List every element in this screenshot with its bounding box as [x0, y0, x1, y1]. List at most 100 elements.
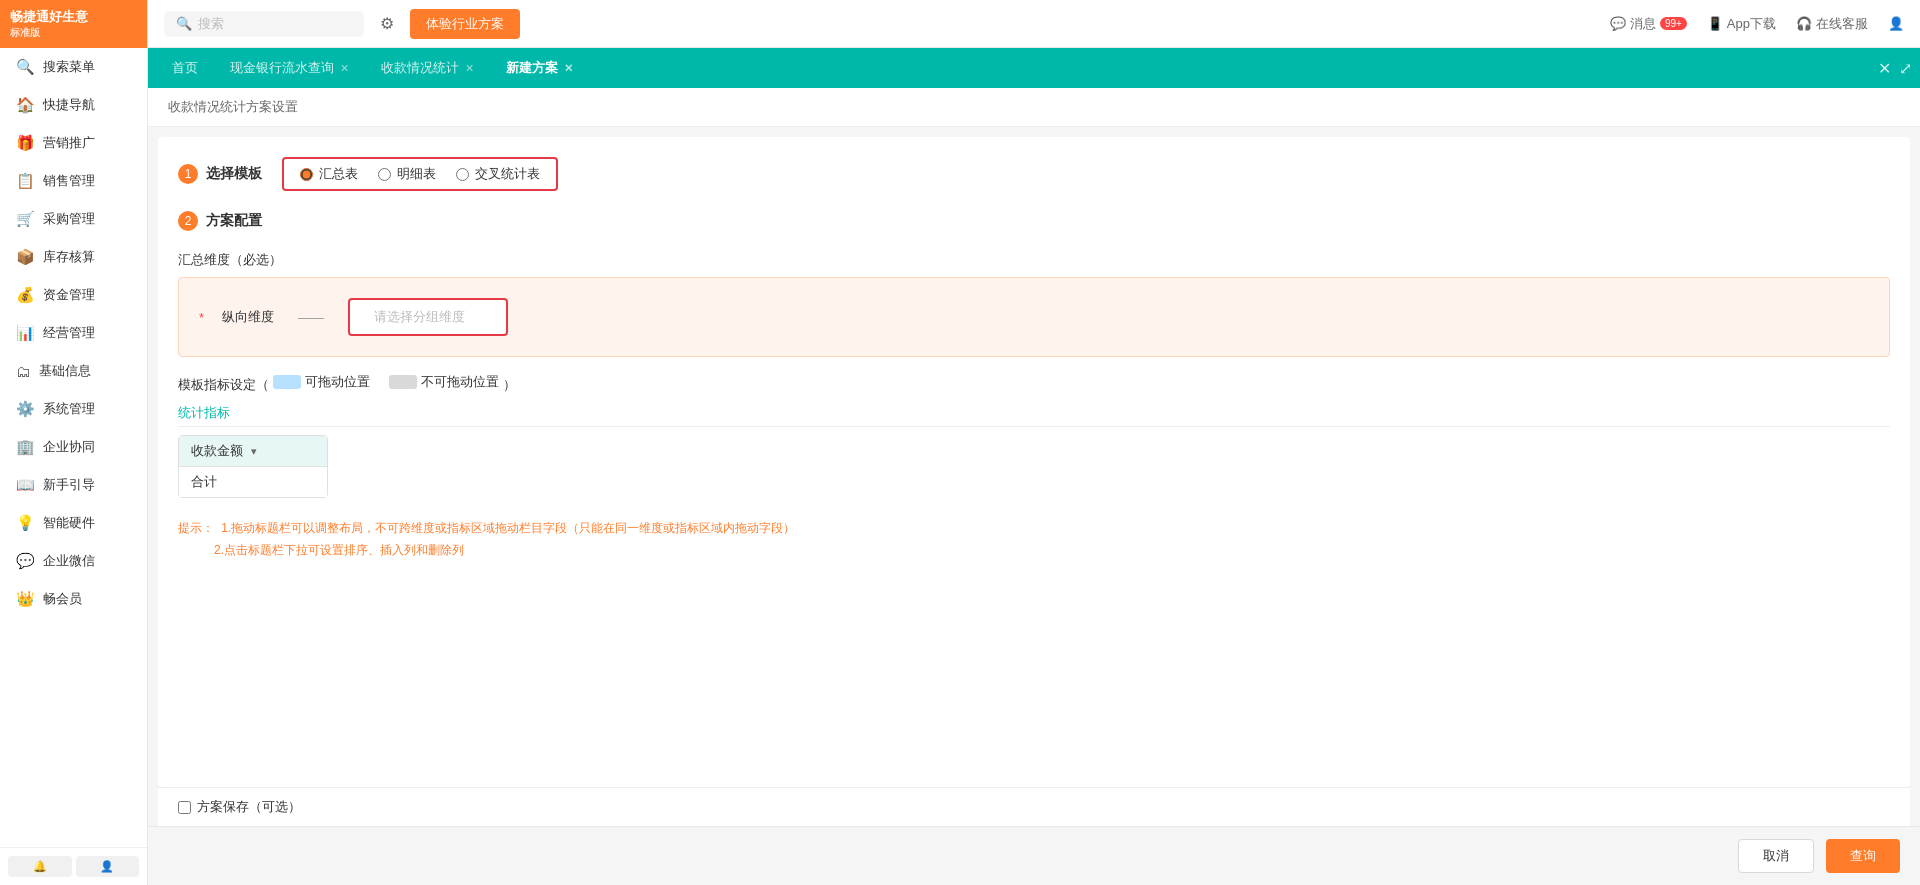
notification-button[interactable]: 💬 消息 99+	[1610, 15, 1687, 33]
topbar: 🔍 搜索 ⚙ 体验行业方案 💬 消息 99+ 📱 App下载 🎧 在线客服 👤	[148, 0, 1920, 48]
download-button[interactable]: 📱 App下载	[1707, 15, 1776, 33]
save-label: 方案保存（可选）	[197, 798, 301, 816]
cancel-button[interactable]: 取消	[1738, 839, 1814, 873]
gear-icon: ⚙️	[16, 400, 35, 418]
close-window-icon[interactable]: ✕	[1878, 59, 1891, 78]
radio-summary[interactable]: 汇总表	[300, 165, 358, 183]
clipboard-icon: 📋	[16, 172, 35, 190]
sidebar-label-sales: 销售管理	[43, 172, 95, 190]
sidebar-logo: 畅捷通好生意 标准版	[0, 0, 147, 48]
tab-home[interactable]: 首页	[156, 48, 214, 88]
sidebar-label-operations: 经营管理	[43, 324, 95, 342]
column-dropdown-icon[interactable]: ▾	[251, 445, 257, 458]
sidebar-item-weixin[interactable]: 💬 企业微信	[0, 542, 147, 580]
tab-home-label: 首页	[172, 59, 198, 77]
dim-selector[interactable]: 请选择分组维度	[348, 298, 508, 336]
dimension-section-label: 汇总维度（必选）	[178, 251, 1890, 269]
radio-detail[interactable]: 明细表	[378, 165, 436, 183]
topbar-search-box[interactable]: 🔍 搜索	[164, 11, 364, 37]
sidebar-item-marketing[interactable]: 🎁 营销推广	[0, 124, 147, 162]
support-icon: 🎧	[1796, 16, 1812, 31]
sidebar-item-hardware[interactable]: 💡 智能硬件	[0, 504, 147, 542]
radio-cross-input[interactable]	[456, 168, 469, 181]
sidebar-item-corp[interactable]: 🏢 企业协同	[0, 428, 147, 466]
sidebar-item-quicknav[interactable]: 🏠 快捷导航	[0, 86, 147, 124]
tab-newplan-label: 新建方案	[506, 59, 558, 77]
chart-icon: 📊	[16, 324, 35, 342]
required-star: *	[199, 310, 204, 325]
sidebar-item-inventory[interactable]: 📦 库存核算	[0, 238, 147, 276]
radio-detail-input[interactable]	[378, 168, 391, 181]
settings-icon[interactable]: ⚙	[372, 10, 402, 37]
sidebar-label-corp: 企业协同	[43, 438, 95, 456]
navtabs-right-controls: ✕ ⤢	[1878, 59, 1912, 78]
sidebar-item-finance[interactable]: 💰 资金管理	[0, 276, 147, 314]
search-icon: 🔍	[16, 58, 35, 76]
query-button[interactable]: 查询	[1826, 839, 1900, 873]
book-icon: 📖	[16, 476, 35, 494]
sidebar-label-quicknav: 快捷导航	[43, 96, 95, 114]
support-button[interactable]: 🎧 在线客服	[1796, 15, 1868, 33]
logo-badge: 标准版	[10, 26, 88, 40]
step1-row: 1 选择模板 汇总表 明细表 交叉统计表	[178, 157, 1890, 191]
stats-total-row: 合计	[179, 467, 327, 497]
tab-stats[interactable]: 收款情况统计 ✕	[365, 48, 490, 88]
sidebar-label-finance: 资金管理	[43, 286, 95, 304]
radio-cross[interactable]: 交叉统计表	[456, 165, 540, 183]
sidebar-item-search[interactable]: 🔍 搜索菜单	[0, 48, 147, 86]
trial-button[interactable]: 体验行业方案	[410, 9, 520, 39]
chat-icon: 💬	[16, 552, 35, 570]
save-checkbox[interactable]	[178, 801, 191, 814]
sidebar-item-operations[interactable]: 📊 经营管理	[0, 314, 147, 352]
stats-table: 收款金额 ▾ 合计	[178, 435, 328, 498]
home-icon: 🏠	[16, 96, 35, 114]
crown-icon: 👑	[16, 590, 35, 608]
stats-table-header[interactable]: 收款金额 ▾	[179, 436, 327, 467]
sidebar-item-system[interactable]: ⚙️ 系统管理	[0, 390, 147, 428]
maximize-icon[interactable]: ⤢	[1899, 59, 1912, 78]
step2-label: 方案配置	[206, 212, 262, 230]
sidebar-item-member[interactable]: 👑 畅会员	[0, 580, 147, 618]
sidebar-bottom-btn2[interactable]: 👤	[76, 856, 140, 877]
vertical-dim-label: 纵向维度	[222, 308, 274, 326]
download-label: App下载	[1727, 15, 1776, 33]
notification-label: 消息	[1630, 15, 1656, 33]
radio-cross-label: 交叉统计表	[475, 165, 540, 183]
step1-badge: 1	[178, 164, 198, 184]
sidebar-item-guide[interactable]: 📖 新手引导	[0, 466, 147, 504]
tab-newplan[interactable]: 新建方案 ✕	[490, 48, 589, 88]
tab-stats-close[interactable]: ✕	[465, 62, 474, 75]
box-icon: 📦	[16, 248, 35, 266]
sidebar-bottom-btn1[interactable]: 🔔	[8, 856, 72, 877]
support-label: 在线客服	[1816, 15, 1868, 33]
draggable-indicator	[273, 375, 301, 389]
tab-bank[interactable]: 现金银行流水查询 ✕	[214, 48, 365, 88]
search-placeholder-text: 搜索	[198, 15, 224, 33]
radio-summary-input[interactable]	[300, 168, 313, 181]
sidebar-item-sales[interactable]: 📋 销售管理	[0, 162, 147, 200]
notification-icon: 💬	[1610, 16, 1626, 31]
tab-newplan-close[interactable]: ✕	[564, 62, 573, 75]
tab-bank-close[interactable]: ✕	[340, 62, 349, 75]
template-options: 汇总表 明细表 交叉统计表	[282, 157, 558, 191]
step2-badge: 2	[178, 211, 198, 231]
user-avatar[interactable]: 👤	[1888, 16, 1904, 31]
content-area: 收款情况统计方案设置 1 选择模板 汇总表 明细表	[148, 88, 1920, 885]
nondraggable-indicator	[389, 375, 417, 389]
sidebar-item-basics[interactable]: 🗂 基础信息	[0, 352, 147, 390]
stats-section-label: 统计指标	[178, 404, 1890, 427]
sidebar-label-guide: 新手引导	[43, 476, 95, 494]
radio-summary-label: 汇总表	[319, 165, 358, 183]
sidebar-label-inventory: 库存核算	[43, 248, 95, 266]
step1-label: 选择模板	[206, 165, 262, 183]
sidebar-item-purchase[interactable]: 🛒 采购管理	[0, 200, 147, 238]
money-icon: 💰	[16, 286, 35, 304]
cart-icon: 🛒	[16, 210, 35, 228]
sidebar-label-basics: 基础信息	[39, 362, 91, 380]
sidebar-label-search: 搜索菜单	[43, 58, 95, 76]
gift-icon: 🎁	[16, 134, 35, 152]
navtabs: 首页 现金银行流水查询 ✕ 收款情况统计 ✕ 新建方案 ✕ ✕ ⤢	[148, 48, 1920, 88]
dim-arrow: ——	[298, 310, 324, 325]
dimension-row: * 纵向维度 —— 请选择分组维度	[199, 298, 1869, 336]
sidebar-label-weixin: 企业微信	[43, 552, 95, 570]
